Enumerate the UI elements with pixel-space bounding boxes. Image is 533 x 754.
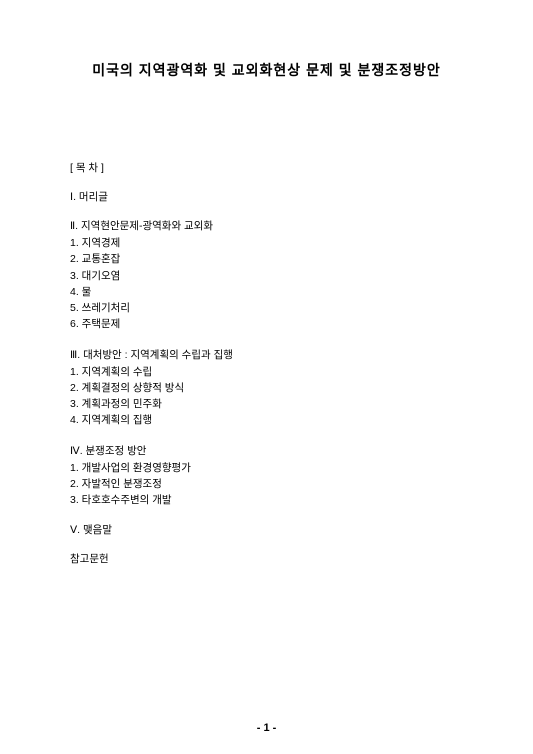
section-2-heading: Ⅱ. 지역현안문제-광역화와 교외화: [70, 218, 463, 233]
section-2-item: 4. 물: [70, 284, 463, 300]
section-3-item: 3. 계획과정의 민주화: [70, 396, 463, 412]
page-number: - 1 -: [0, 722, 533, 734]
section-6-heading: 참고문헌: [70, 551, 463, 566]
section-1-heading: Ⅰ. 머리글: [70, 189, 463, 204]
section-2-item: 2. 교통혼잡: [70, 251, 463, 267]
section-3-heading: Ⅲ. 대처방안 : 지역계획의 수립과 집행: [70, 347, 463, 362]
document-title: 미국의 지역광역화 및 교외화현상 문제 및 분쟁조정방안: [70, 60, 463, 80]
toc-label: [ 목 차 ]: [70, 160, 463, 175]
section-2-item: 1. 지역경제: [70, 235, 463, 251]
section-4-item: 3. 타호호수주변의 개발: [70, 492, 463, 508]
section-5-heading: Ⅴ. 맺음말: [70, 522, 463, 537]
section-3-item: 4. 지역계획의 집행: [70, 412, 463, 428]
section-2-item: 5. 쓰레기처리: [70, 300, 463, 316]
section-2-item: 3. 대기오염: [70, 268, 463, 284]
section-4-heading: Ⅳ. 분쟁조정 방안: [70, 443, 463, 458]
section-3-item: 2. 계획결정의 상향적 방식: [70, 380, 463, 396]
section-4-item: 1. 개발사업의 환경영향평가: [70, 460, 463, 476]
section-2-item: 6. 주택문제: [70, 316, 463, 332]
section-4-item: 2. 자발적인 분쟁조정: [70, 476, 463, 492]
section-3-item: 1. 지역계획의 수립: [70, 364, 463, 380]
